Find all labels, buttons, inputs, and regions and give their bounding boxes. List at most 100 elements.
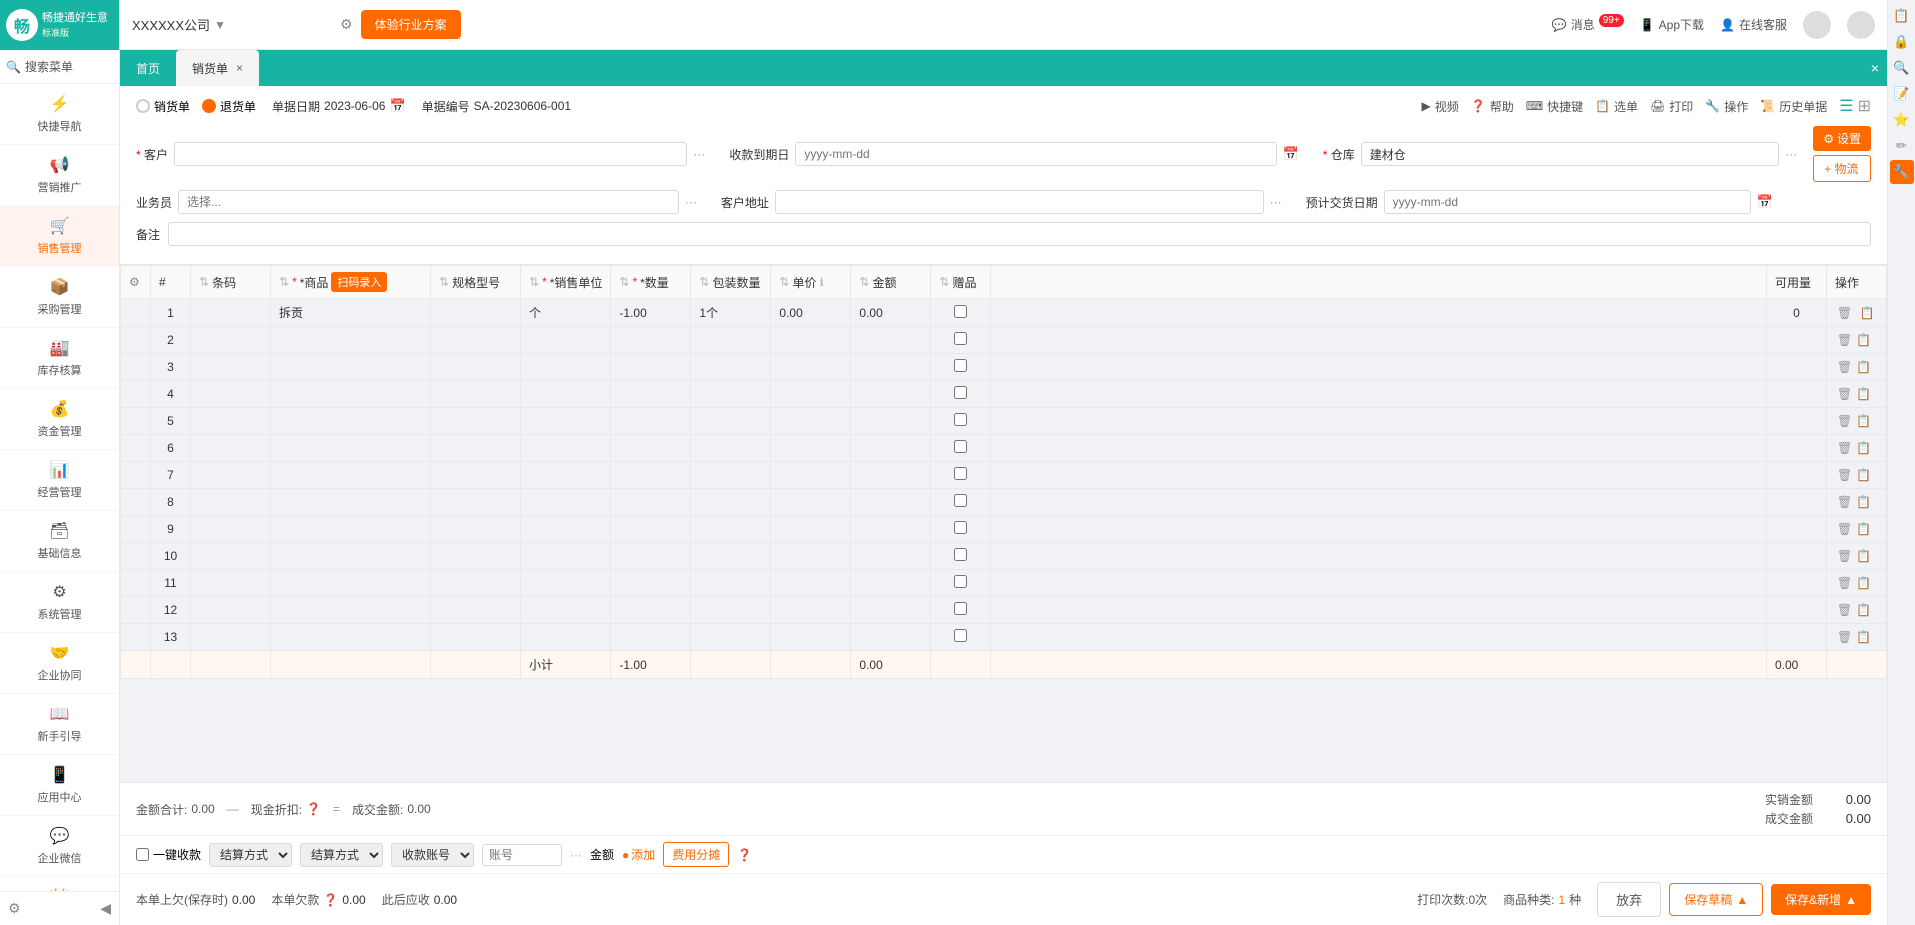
print-btn[interactable]: 🖨 打印 xyxy=(1650,98,1693,115)
sidebar-item-marketing[interactable]: 📢 营销推广 xyxy=(0,145,119,206)
copy-icon-7[interactable]: 📋 xyxy=(1856,468,1871,482)
gift-sort-icon[interactable]: ⇅ xyxy=(939,275,949,289)
delivery-cal-icon[interactable]: 📅 xyxy=(1757,194,1773,210)
sidebar-item-inventory[interactable]: 🏭 库存核算 xyxy=(0,328,119,389)
abandon-button[interactable]: 放弃 xyxy=(1597,882,1661,917)
th-gear[interactable]: ⚙ xyxy=(121,266,151,299)
spec-sort-icon[interactable]: ⇅ xyxy=(439,275,449,289)
sidebar-item-purchase[interactable]: 📦 采购管理 xyxy=(0,267,119,328)
qty-cell-1[interactable]: -1.00 xyxy=(611,299,691,327)
payment-date-input[interactable] xyxy=(795,142,1276,166)
delete-icon-9[interactable]: 🗑 xyxy=(1837,522,1852,536)
sidebar-item-member[interactable]: 👑 畅会员 xyxy=(0,877,119,891)
delete-icon-13[interactable]: 🗑 xyxy=(1837,630,1852,644)
operate-btn[interactable]: 🔧 操作 xyxy=(1705,98,1748,115)
collapse-icon[interactable]: ◀ xyxy=(100,900,111,917)
sidebar-item-shortcut[interactable]: ⚡ 快捷导航 xyxy=(0,84,119,145)
sidebar-search[interactable]: 🔍 搜索菜单 xyxy=(0,50,119,84)
sidebar-item-system[interactable]: ⚙ 系统管理 xyxy=(0,572,119,633)
discount-help-icon[interactable]: ❓ xyxy=(306,802,321,816)
rp-note-icon[interactable]: 📝 xyxy=(1890,82,1914,106)
product-sort-icon[interactable]: ⇅ xyxy=(279,275,289,289)
unit-cell-1[interactable]: 个 xyxy=(521,299,611,327)
copy-icon-8[interactable]: 📋 xyxy=(1856,495,1871,509)
one-click-pay-checkbox[interactable]: 一键收款 xyxy=(136,846,201,863)
copy-icon-1[interactable]: 📋 xyxy=(1860,306,1875,320)
copy-icon-9[interactable]: 📋 xyxy=(1856,522,1871,536)
settings-btn[interactable]: ⚙ 设置 xyxy=(1813,126,1871,151)
company-selector[interactable]: XXXXXX公司 ▼ xyxy=(132,15,332,34)
qty-sort-icon[interactable]: ⇅ xyxy=(619,275,629,289)
trial-button[interactable]: 体验行业方案 xyxy=(361,10,461,39)
history-btn[interactable]: 📜 历史单据 xyxy=(1760,98,1827,115)
delete-icon-8[interactable]: 🗑 xyxy=(1837,495,1852,509)
delete-icon-4[interactable]: 🗑 xyxy=(1837,387,1852,401)
barcode-sort-icon[interactable]: ⇅ xyxy=(199,275,209,289)
rp-star-icon[interactable]: ⭐ xyxy=(1890,108,1914,132)
payment-calc-select[interactable]: 结算方式 xyxy=(300,843,383,867)
copy-icon-11[interactable]: 📋 xyxy=(1856,576,1871,590)
unit-sort-icon[interactable]: ⇅ xyxy=(529,275,539,289)
product-cell-1[interactable]: 拆贡 xyxy=(271,299,431,327)
delete-icon-7[interactable]: 🗑 xyxy=(1837,468,1852,482)
payment-more-icon[interactable]: ··· xyxy=(570,848,582,862)
price-info-icon[interactable]: ℹ xyxy=(819,276,823,289)
copy-icon-12[interactable]: 📋 xyxy=(1856,603,1871,617)
sidebar-item-enterprise[interactable]: 🤝 企业协同 xyxy=(0,633,119,694)
addr-more-icon[interactable]: ··· xyxy=(1270,195,1282,209)
rp-edit-icon[interactable]: ✏ xyxy=(1890,134,1914,158)
price-cell-1[interactable]: 0.00 xyxy=(771,299,851,327)
pkgqty-sort-icon[interactable]: ⇅ xyxy=(699,275,709,289)
tab-close-icon[interactable]: × xyxy=(236,61,243,75)
scan-button[interactable]: 扫码录入 xyxy=(331,272,387,292)
tab-sales-order[interactable]: 销货单 × xyxy=(176,50,259,86)
add-payment-btn[interactable]: ● 添加 xyxy=(622,846,655,863)
sidebar-item-apps[interactable]: 📱 应用中心 xyxy=(0,755,119,816)
delete-icon-6[interactable]: 🗑 xyxy=(1837,441,1852,455)
tab-home[interactable]: 首页 xyxy=(120,50,176,86)
amount-sort-icon[interactable]: ⇅ xyxy=(859,275,869,289)
save-draft-button[interactable]: 保存草稿 ▲ xyxy=(1669,883,1763,916)
one-click-pay-input[interactable] xyxy=(136,848,149,861)
amount-cell-1[interactable]: 0.00 xyxy=(851,299,931,327)
copy-icon-6[interactable]: 📋 xyxy=(1856,441,1871,455)
service-btn[interactable]: 👤 在线客服 xyxy=(1720,16,1787,33)
sidebar-item-sales[interactable]: 🛒 销售管理 xyxy=(0,206,119,267)
rp-lock-icon[interactable]: 🔒 xyxy=(1890,30,1914,54)
return-radio[interactable]: 退货单 xyxy=(202,98,256,115)
delete-icon-11[interactable]: 🗑 xyxy=(1837,576,1852,590)
copy-icon-5[interactable]: 📋 xyxy=(1856,414,1871,428)
help-btn[interactable]: ❓ 帮助 xyxy=(1471,98,1514,115)
pkgqty-cell-1[interactable]: 1个 xyxy=(691,299,771,327)
close-all-tabs-icon[interactable]: × xyxy=(1871,60,1879,76)
salesman-more-icon[interactable]: ··· xyxy=(685,195,697,209)
user-avatar[interactable] xyxy=(1803,11,1831,39)
app-download-btn[interactable]: 📱 App下载 xyxy=(1640,16,1704,33)
delete-icon-2[interactable]: 🗑 xyxy=(1837,333,1852,347)
sidebar-item-guide[interactable]: 📖 新手引导 xyxy=(0,694,119,755)
spec-cell-1[interactable] xyxy=(431,299,521,327)
fee-split-btn[interactable]: 费用分摊 xyxy=(663,842,729,867)
video-btn[interactable]: ▶ 视频 xyxy=(1422,98,1459,115)
delivery-date-input[interactable] xyxy=(1384,190,1751,214)
delete-icon-5[interactable]: 🗑 xyxy=(1837,414,1852,428)
copy-icon-4[interactable]: 📋 xyxy=(1856,387,1871,401)
warehouse-input[interactable] xyxy=(1361,142,1779,166)
warehouse-more-icon[interactable]: ··· xyxy=(1785,147,1797,161)
customer-input[interactable] xyxy=(174,142,687,166)
payment-account-select[interactable]: 收款账号 xyxy=(391,843,474,867)
topbar-gear-icon[interactable]: ⚙ xyxy=(340,16,353,33)
sidebar-item-wechat[interactable]: 💬 企业微信 xyxy=(0,816,119,877)
sales-radio[interactable]: 销货单 xyxy=(136,98,190,115)
fee-help-icon[interactable]: ❓ xyxy=(737,848,752,862)
copy-icon-10[interactable]: 📋 xyxy=(1856,549,1871,563)
date-calendar-icon[interactable]: 📅 xyxy=(389,98,405,114)
payment-method-select[interactable]: 结算方式 xyxy=(209,843,292,867)
note-input[interactable] xyxy=(168,222,1871,246)
copy-icon-13[interactable]: 📋 xyxy=(1856,630,1871,644)
customer-more-icon[interactable]: ··· xyxy=(693,147,705,161)
payment-cal-icon[interactable]: 📅 xyxy=(1283,146,1299,162)
delete-icon-12[interactable]: 🗑 xyxy=(1837,603,1852,617)
select-btn[interactable]: 📋 选单 xyxy=(1595,98,1638,115)
message-btn[interactable]: 💬 消息 99+ xyxy=(1552,16,1624,33)
